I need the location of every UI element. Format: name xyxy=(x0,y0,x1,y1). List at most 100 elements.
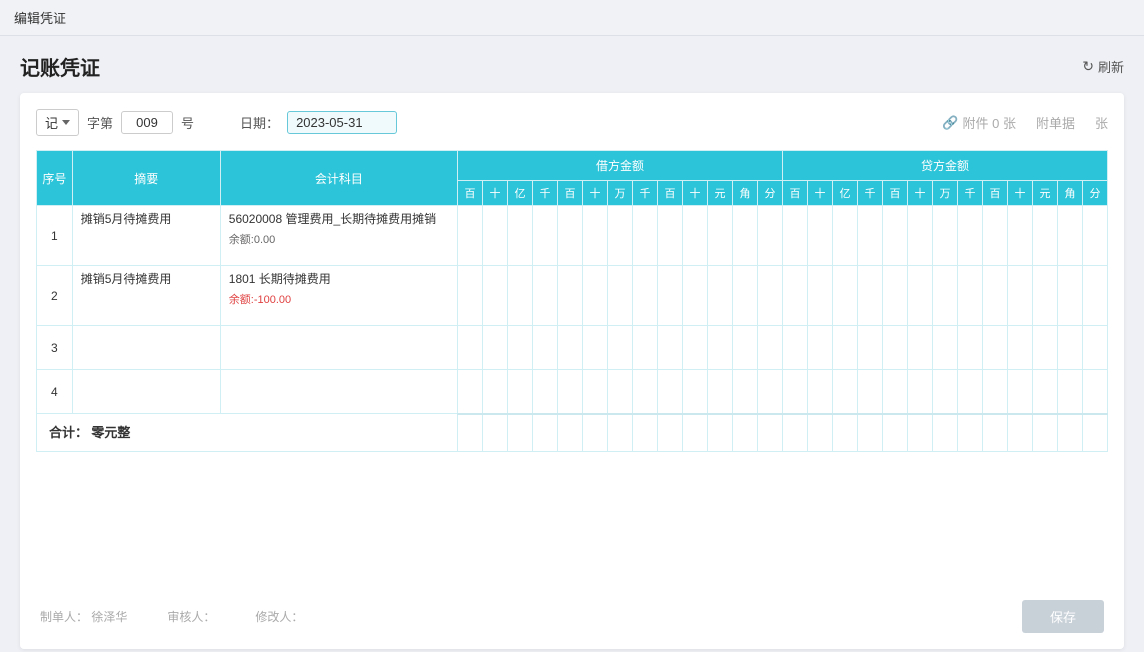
row4-summary[interactable] xyxy=(72,370,220,414)
row4-c6[interactable] xyxy=(907,370,932,414)
row4-c10[interactable] xyxy=(1007,370,1032,414)
row4-d3[interactable] xyxy=(507,370,532,414)
row2-d4[interactable] xyxy=(532,266,557,326)
row1-d7[interactable] xyxy=(607,206,632,266)
row4-c8[interactable] xyxy=(957,370,982,414)
row1-d3[interactable] xyxy=(507,206,532,266)
row3-d10[interactable] xyxy=(682,326,707,370)
row2-c11[interactable] xyxy=(1032,266,1057,326)
row4-d12[interactable] xyxy=(732,370,757,414)
row2-c13[interactable] xyxy=(1082,266,1107,326)
row3-c6[interactable] xyxy=(907,326,932,370)
row3-c4[interactable] xyxy=(857,326,882,370)
row2-c6[interactable] xyxy=(907,266,932,326)
row3-d8[interactable] xyxy=(632,326,657,370)
row2-d8[interactable] xyxy=(632,266,657,326)
row1-c8[interactable] xyxy=(957,206,982,266)
row2-d9[interactable] xyxy=(657,266,682,326)
row2-d10[interactable] xyxy=(682,266,707,326)
row2-c8[interactable] xyxy=(957,266,982,326)
row3-d3[interactable] xyxy=(507,326,532,370)
row1-summary[interactable]: 摊销5月待摊费用 xyxy=(72,206,220,266)
row1-c1[interactable] xyxy=(782,206,807,266)
row2-c5[interactable] xyxy=(882,266,907,326)
row1-c6[interactable] xyxy=(907,206,932,266)
row2-d13[interactable] xyxy=(757,266,782,326)
row4-c12[interactable] xyxy=(1057,370,1082,414)
row1-d11[interactable] xyxy=(707,206,732,266)
row3-c8[interactable] xyxy=(957,326,982,370)
row4-c3[interactable] xyxy=(832,370,857,414)
row2-d5[interactable] xyxy=(557,266,582,326)
row4-d10[interactable] xyxy=(682,370,707,414)
row1-c5[interactable] xyxy=(882,206,907,266)
row3-c13[interactable] xyxy=(1082,326,1107,370)
row2-c3[interactable] xyxy=(832,266,857,326)
row1-c7[interactable] xyxy=(932,206,957,266)
row1-d1[interactable] xyxy=(457,206,482,266)
row1-d2[interactable] xyxy=(482,206,507,266)
row1-d13[interactable] xyxy=(757,206,782,266)
row3-c2[interactable] xyxy=(807,326,832,370)
row1-c9[interactable] xyxy=(982,206,1007,266)
row3-d1[interactable] xyxy=(457,326,482,370)
voucher-type-dropdown[interactable]: 记 xyxy=(36,109,79,136)
row2-d6[interactable] xyxy=(582,266,607,326)
row1-d10[interactable] xyxy=(682,206,707,266)
row2-d7[interactable] xyxy=(607,266,632,326)
row3-d6[interactable] xyxy=(582,326,607,370)
row4-c5[interactable] xyxy=(882,370,907,414)
row1-c13[interactable] xyxy=(1082,206,1107,266)
row4-c9[interactable] xyxy=(982,370,1007,414)
row4-c2[interactable] xyxy=(807,370,832,414)
row4-c7[interactable] xyxy=(932,370,957,414)
row1-d8[interactable] xyxy=(632,206,657,266)
row1-d4[interactable] xyxy=(532,206,557,266)
row3-d11[interactable] xyxy=(707,326,732,370)
row3-d13[interactable] xyxy=(757,326,782,370)
row2-account[interactable]: 1801 长期待摊费用 余额:-100.00 xyxy=(220,266,457,326)
row2-c10[interactable] xyxy=(1007,266,1032,326)
row4-d1[interactable] xyxy=(457,370,482,414)
row1-c12[interactable] xyxy=(1057,206,1082,266)
row3-c5[interactable] xyxy=(882,326,907,370)
attachment-slip-button[interactable]: 附单据 xyxy=(1036,113,1075,132)
row1-c10[interactable] xyxy=(1007,206,1032,266)
row1-c2[interactable] xyxy=(807,206,832,266)
row2-c9[interactable] xyxy=(982,266,1007,326)
row2-d3[interactable] xyxy=(507,266,532,326)
row3-c10[interactable] xyxy=(1007,326,1032,370)
row3-account[interactable] xyxy=(220,326,457,370)
row3-d7[interactable] xyxy=(607,326,632,370)
row4-c13[interactable] xyxy=(1082,370,1107,414)
row3-c11[interactable] xyxy=(1032,326,1057,370)
save-button[interactable]: 保存 xyxy=(1022,600,1104,633)
row1-account[interactable]: 56020008 管理费用_长期待摊费用摊销 余额:0.00 xyxy=(220,206,457,266)
row2-d1[interactable] xyxy=(457,266,482,326)
voucher-number-input[interactable] xyxy=(121,111,173,134)
row2-c12[interactable] xyxy=(1057,266,1082,326)
row3-c3[interactable] xyxy=(832,326,857,370)
row1-c3[interactable] xyxy=(832,206,857,266)
row4-d8[interactable] xyxy=(632,370,657,414)
row3-c1[interactable] xyxy=(782,326,807,370)
row2-summary[interactable]: 摊销5月待摊费用 xyxy=(72,266,220,326)
row1-c4[interactable] xyxy=(857,206,882,266)
row2-c1[interactable] xyxy=(782,266,807,326)
row4-account[interactable] xyxy=(220,370,457,414)
row3-d5[interactable] xyxy=(557,326,582,370)
row4-c4[interactable] xyxy=(857,370,882,414)
row2-d11[interactable] xyxy=(707,266,732,326)
row4-d4[interactable] xyxy=(532,370,557,414)
row4-d13[interactable] xyxy=(757,370,782,414)
row4-d2[interactable] xyxy=(482,370,507,414)
row1-c11[interactable] xyxy=(1032,206,1057,266)
row4-d7[interactable] xyxy=(607,370,632,414)
row3-d2[interactable] xyxy=(482,326,507,370)
row4-d6[interactable] xyxy=(582,370,607,414)
row4-d5[interactable] xyxy=(557,370,582,414)
row4-c11[interactable] xyxy=(1032,370,1057,414)
row2-c4[interactable] xyxy=(857,266,882,326)
row1-d9[interactable] xyxy=(657,206,682,266)
row3-d4[interactable] xyxy=(532,326,557,370)
